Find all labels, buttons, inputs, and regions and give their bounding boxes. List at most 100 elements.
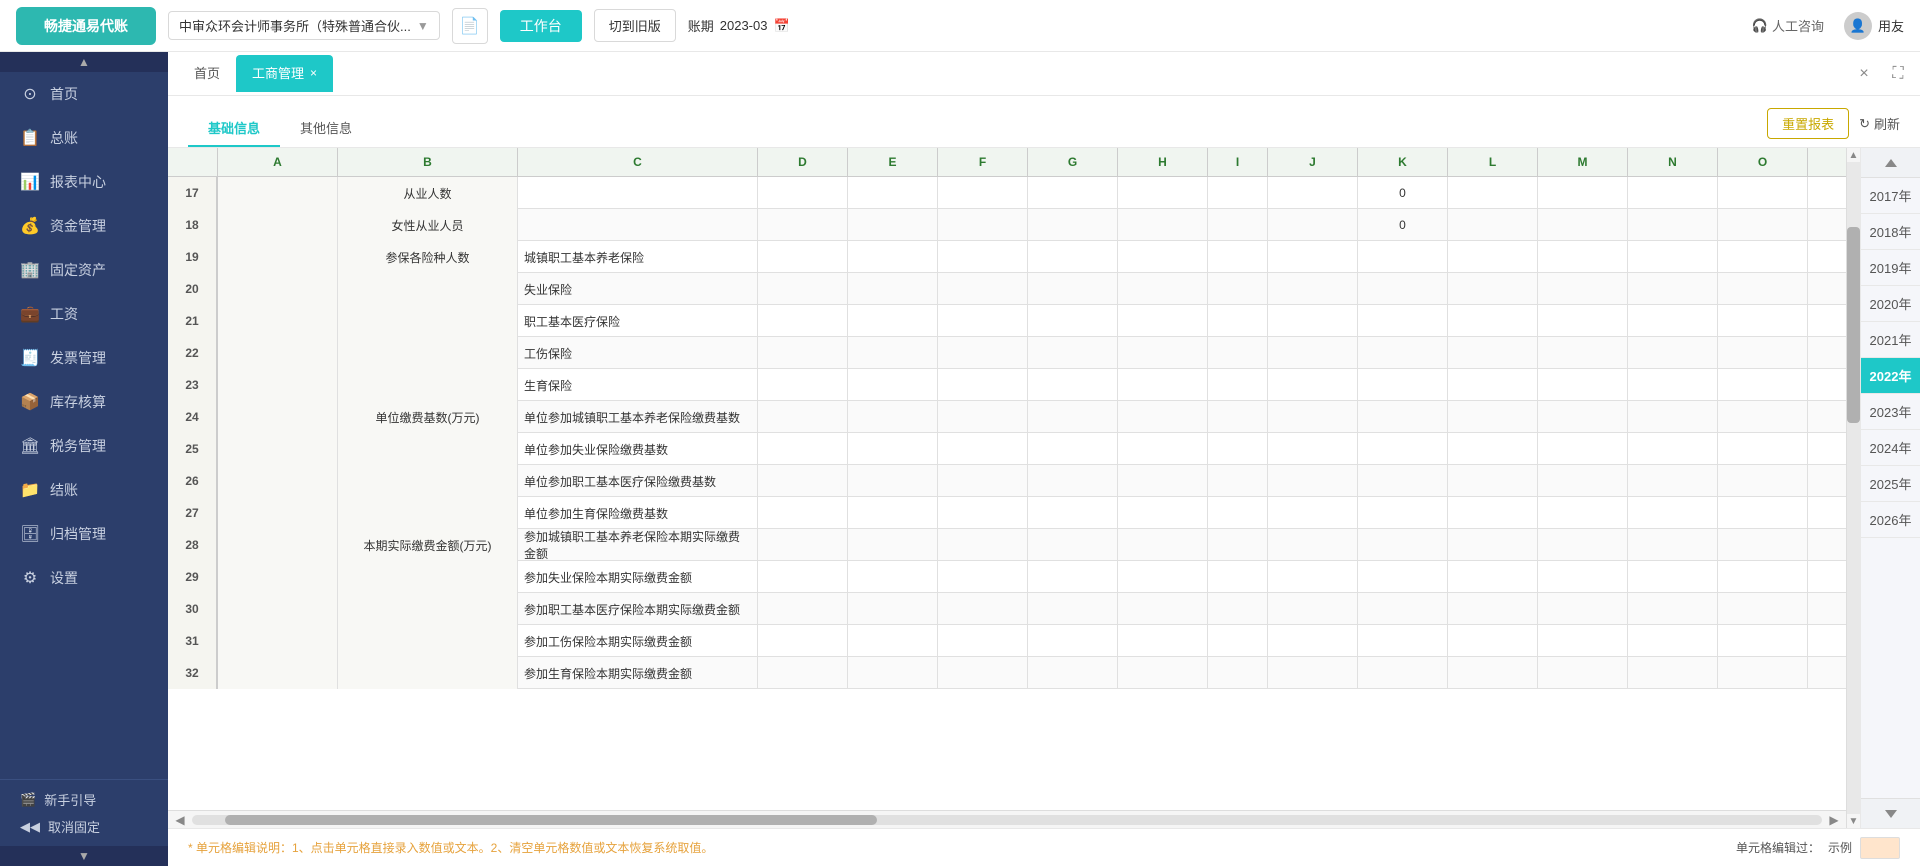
cell-24-l[interactable] — [1448, 401, 1538, 433]
cell-28-n[interactable] — [1628, 529, 1718, 561]
cell-28-m[interactable] — [1538, 529, 1628, 561]
cell-30-e[interactable] — [848, 593, 938, 625]
reset-report-button[interactable]: 重置报表 — [1767, 108, 1849, 139]
cell-21-h[interactable] — [1118, 305, 1208, 337]
cell-30-a[interactable] — [218, 593, 338, 625]
cell-23-e[interactable] — [848, 369, 938, 401]
sidebar-item-assets[interactable]: 🏢 固定资产 — [0, 248, 168, 292]
cell-20-a[interactable] — [218, 273, 338, 305]
cell-31-k[interactable] — [1358, 625, 1448, 657]
cell-23-i[interactable] — [1208, 369, 1268, 401]
cell-29-n[interactable] — [1628, 561, 1718, 593]
cell-24-g[interactable] — [1028, 401, 1118, 433]
cell-24-e[interactable] — [848, 401, 938, 433]
cell-32-e[interactable] — [848, 657, 938, 689]
cell-27-b[interactable] — [338, 497, 518, 529]
cell-23-g[interactable] — [1028, 369, 1118, 401]
cell-29-j[interactable] — [1268, 561, 1358, 593]
cell-26-k[interactable] — [1358, 465, 1448, 497]
cell-30-g[interactable] — [1028, 593, 1118, 625]
cell-20-d[interactable] — [758, 273, 848, 305]
sidebar-item-ledger[interactable]: 📋 总账 — [0, 116, 168, 160]
cell-31-j[interactable] — [1268, 625, 1358, 657]
cell-23-l[interactable] — [1448, 369, 1538, 401]
cell-23-a[interactable] — [218, 369, 338, 401]
cell-20-k[interactable] — [1358, 273, 1448, 305]
cell-17-g[interactable] — [1028, 177, 1118, 209]
cell-26-h[interactable] — [1118, 465, 1208, 497]
cell-25-i[interactable] — [1208, 433, 1268, 465]
year-item-2024[interactable]: 2024年 — [1861, 430, 1920, 466]
cell-27-j[interactable] — [1268, 497, 1358, 529]
cell-26-e[interactable] — [848, 465, 938, 497]
cell-17-o[interactable] — [1718, 177, 1808, 209]
cell-29-b[interactable] — [338, 561, 518, 593]
cell-31-l[interactable] — [1448, 625, 1538, 657]
cell-31-o[interactable] — [1718, 625, 1808, 657]
cell-23-m[interactable] — [1538, 369, 1628, 401]
cell-18-j[interactable] — [1268, 209, 1358, 241]
cell-32-p[interactable] — [1808, 657, 1846, 689]
cell-20-g[interactable] — [1028, 273, 1118, 305]
service-button[interactable]: 🎧 人工咨询 — [1752, 16, 1824, 35]
cell-29-e[interactable] — [848, 561, 938, 593]
cell-31-e[interactable] — [848, 625, 938, 657]
cell-30-c[interactable]: 参加职工基本医疗保险本期实际缴费金额 — [518, 593, 758, 625]
cell-23-n[interactable] — [1628, 369, 1718, 401]
scrollbar-track[interactable] — [192, 815, 1822, 825]
cell-25-b[interactable] — [338, 433, 518, 465]
cell-30-l[interactable] — [1448, 593, 1538, 625]
scroll-left-arrow[interactable]: ◀ — [172, 813, 188, 827]
cell-20-e[interactable] — [848, 273, 938, 305]
cell-31-n[interactable] — [1628, 625, 1718, 657]
cell-23-h[interactable] — [1118, 369, 1208, 401]
cell-19-j[interactable] — [1268, 241, 1358, 273]
cell-25-p[interactable] — [1808, 433, 1846, 465]
cell-19-m[interactable] — [1538, 241, 1628, 273]
cell-18-l[interactable] — [1448, 209, 1538, 241]
cell-30-n[interactable] — [1628, 593, 1718, 625]
cell-29-a[interactable] — [218, 561, 338, 593]
cell-29-p[interactable] — [1808, 561, 1846, 593]
cell-28-a[interactable] — [218, 529, 338, 561]
cell-21-d[interactable] — [758, 305, 848, 337]
cell-24-d[interactable] — [758, 401, 848, 433]
cell-17-c[interactable] — [518, 177, 758, 209]
year-panel-down[interactable] — [1861, 798, 1920, 828]
cell-22-i[interactable] — [1208, 337, 1268, 369]
cell-32-d[interactable] — [758, 657, 848, 689]
cell-26-c[interactable]: 单位参加职工基本医疗保险缴费基数 — [518, 465, 758, 497]
cell-25-c[interactable]: 单位参加失业保险缴费基数 — [518, 433, 758, 465]
cell-29-l[interactable] — [1448, 561, 1538, 593]
cell-25-o[interactable] — [1718, 433, 1808, 465]
cell-20-l[interactable] — [1448, 273, 1538, 305]
cell-28-g[interactable] — [1028, 529, 1118, 561]
cell-27-c[interactable]: 单位参加生育保险缴费基数 — [518, 497, 758, 529]
tab-close-icon[interactable]: × — [310, 66, 317, 80]
cell-28-p[interactable] — [1808, 529, 1846, 561]
cell-22-n[interactable] — [1628, 337, 1718, 369]
cell-25-j[interactable] — [1268, 433, 1358, 465]
cell-22-m[interactable] — [1538, 337, 1628, 369]
cell-19-o[interactable] — [1718, 241, 1808, 273]
sidebar-item-invoice[interactable]: 🧾 发票管理 — [0, 336, 168, 380]
cell-24-i[interactable] — [1208, 401, 1268, 433]
cell-32-b[interactable] — [338, 657, 518, 689]
cell-30-p[interactable] — [1808, 593, 1846, 625]
window-close-button[interactable]: × — [1852, 62, 1876, 86]
cell-19-h[interactable] — [1118, 241, 1208, 273]
cell-18-p[interactable] — [1808, 209, 1846, 241]
cell-29-g[interactable] — [1028, 561, 1118, 593]
cell-20-p[interactable]: 0 — [1808, 273, 1846, 305]
v-scrollbar-track[interactable] — [1847, 162, 1860, 814]
company-selector[interactable]: 中审众环会计师事务所（特殊普通合伙... ▼ — [168, 11, 440, 40]
cell-29-k[interactable] — [1358, 561, 1448, 593]
cell-31-a[interactable] — [218, 625, 338, 657]
cell-27-h[interactable] — [1118, 497, 1208, 529]
cell-32-c[interactable]: 参加生育保险本期实际缴费金额 — [518, 657, 758, 689]
cell-21-p[interactable]: 0 — [1808, 305, 1846, 337]
cell-25-m[interactable] — [1538, 433, 1628, 465]
cell-27-m[interactable] — [1538, 497, 1628, 529]
cell-22-b[interactable] — [338, 337, 518, 369]
cell-22-d[interactable] — [758, 337, 848, 369]
